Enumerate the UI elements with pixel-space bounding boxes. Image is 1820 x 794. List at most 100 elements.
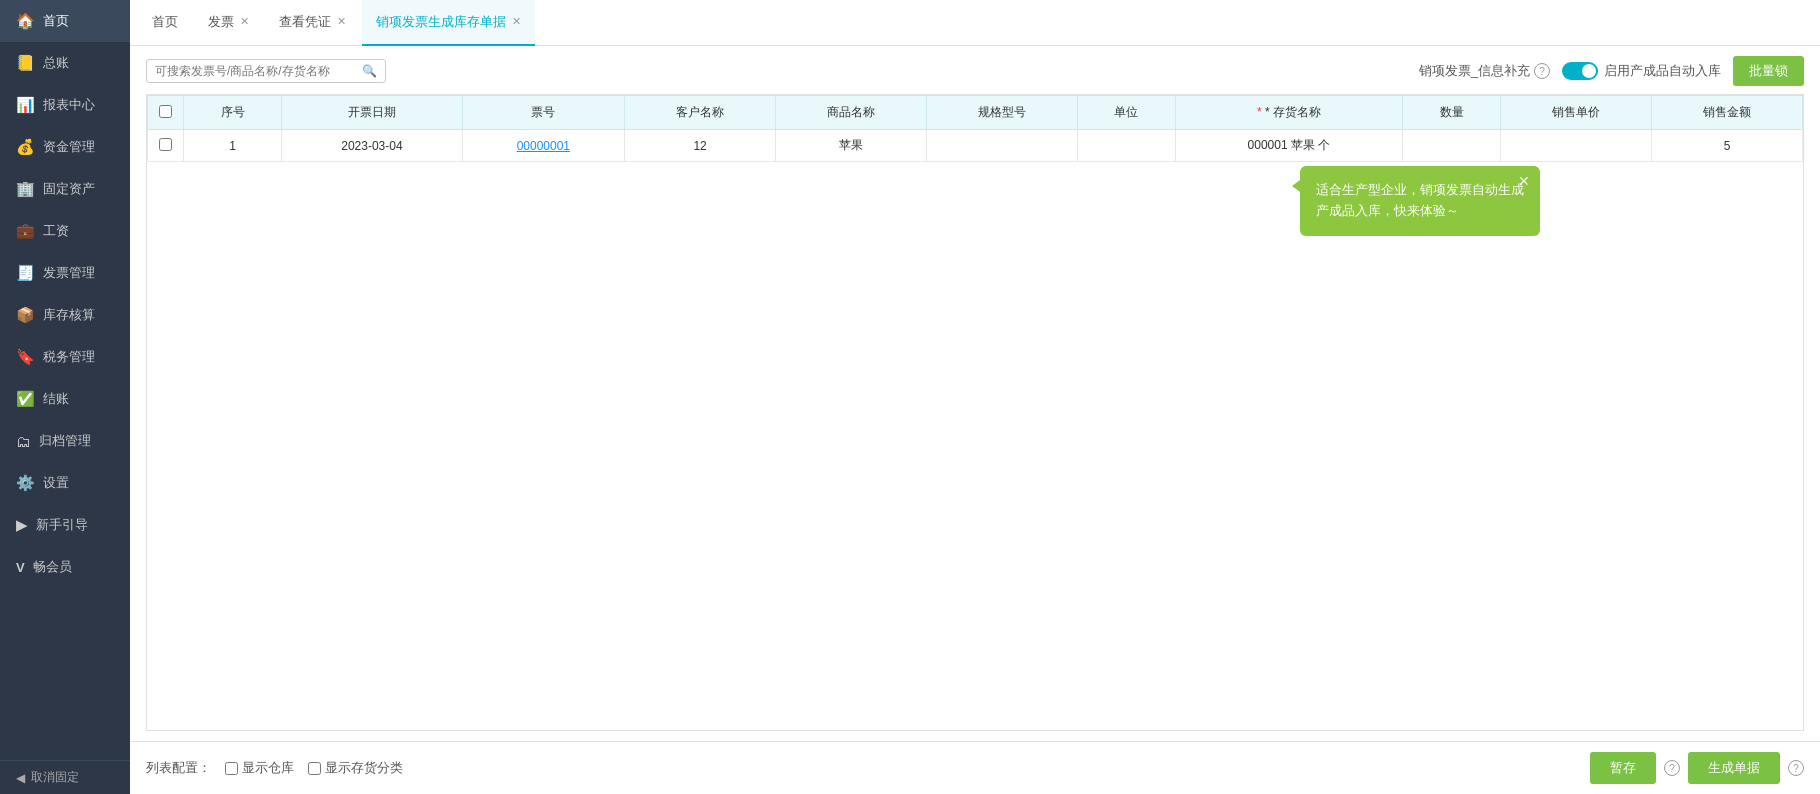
sidebar-label-ledger: 总账 <box>43 54 69 72</box>
header-price: 销售单价 <box>1501 96 1652 130</box>
sidebar-item-home[interactable]: 🏠 首页 <box>0 0 130 42</box>
sidebar-label-tax: 税务管理 <box>43 348 95 366</box>
search-box[interactable]: 🔍 <box>146 59 386 83</box>
header-qty: 数量 <box>1402 96 1500 130</box>
info-label: 销项发票_信息补充 ? <box>1419 62 1550 80</box>
tab-invoice-label: 发票 <box>208 13 234 31</box>
row-date: 2023-03-04 <box>282 130 462 162</box>
table-header-row: 序号 开票日期 票号 客户名称 商品名称 规格型号 单位 * * 存货名称 数量… <box>148 96 1803 130</box>
row-checkbox[interactable] <box>159 138 172 151</box>
show-inventory-category-checkbox[interactable] <box>308 762 321 775</box>
tab-sale-invoice[interactable]: 销项发票生成库存单据 ✕ <box>362 0 535 46</box>
row-amount: 5 <box>1652 130 1803 162</box>
sidebar-item-reports[interactable]: 📊 报表中心 <box>0 84 130 126</box>
tab-invoice-close[interactable]: ✕ <box>240 15 249 28</box>
row-seq: 1 <box>184 130 282 162</box>
required-mark: * <box>1257 105 1265 119</box>
show-warehouse-checkbox[interactable] <box>225 762 238 775</box>
search-icon: 🔍 <box>362 64 377 78</box>
row-price <box>1501 130 1652 162</box>
auto-warehouse-toggle[interactable] <box>1562 62 1598 80</box>
sidebar-label-guide: 新手引导 <box>36 516 88 534</box>
data-table-container: 序号 开票日期 票号 客户名称 商品名称 规格型号 单位 * * 存货名称 数量… <box>146 94 1804 731</box>
tab-voucher[interactable]: 查看凭证 ✕ <box>265 0 360 46</box>
sidebar-label-wages: 工资 <box>43 222 69 240</box>
sidebar-item-wages[interactable]: 💼 工资 <box>0 210 130 252</box>
generate-button[interactable]: 生成单据 <box>1688 752 1780 784</box>
sidebar-label-reports: 报表中心 <box>43 96 95 114</box>
tab-voucher-label: 查看凭证 <box>279 13 331 31</box>
unpin-label: 取消固定 <box>31 769 79 786</box>
ledger-icon: 📒 <box>16 54 35 72</box>
tax-icon: 🔖 <box>16 348 35 366</box>
row-customer: 12 <box>625 130 776 162</box>
unpin-icon: ◀ <box>16 771 25 785</box>
sidebar-label-invoice-mgmt: 发票管理 <box>43 264 95 282</box>
fixed-assets-icon: 🏢 <box>16 180 35 198</box>
sidebar-item-ledger[interactable]: 📒 总账 <box>0 42 130 84</box>
wages-icon: 💼 <box>16 222 35 240</box>
archive-icon: 🗂 <box>16 433 31 450</box>
invoice-mgmt-icon: 🧾 <box>16 264 35 282</box>
save-help-icon[interactable]: ? <box>1664 760 1680 776</box>
tab-sale-invoice-close[interactable]: ✕ <box>512 15 521 28</box>
show-warehouse-text: 显示仓库 <box>242 759 294 777</box>
row-number[interactable]: 00000001 <box>462 130 625 162</box>
tab-invoice[interactable]: 发票 ✕ <box>194 0 263 46</box>
popover: ✕ 适合生产型企业，销项发票自动生成产成品入库，快来体验～ <box>1300 166 1540 236</box>
list-config: 列表配置： 显示仓库 显示存货分类 <box>146 759 403 777</box>
row-unit <box>1077 130 1175 162</box>
header-amount: 销售金额 <box>1652 96 1803 130</box>
sidebar-item-tax[interactable]: 🔖 税务管理 <box>0 336 130 378</box>
show-warehouse-label[interactable]: 显示仓库 <box>225 759 294 777</box>
sidebar-item-guide[interactable]: ▶ 新手引导 <box>0 504 130 546</box>
page-content: 🔍 销项发票_信息补充 ? 启用产成品自动入库 批量锁 <box>130 46 1820 741</box>
info-label-text: 销项发票_信息补充 <box>1419 62 1530 80</box>
header-unit: 单位 <box>1077 96 1175 130</box>
sidebar-item-archive[interactable]: 🗂 归档管理 <box>0 420 130 462</box>
header-customer: 客户名称 <box>625 96 776 130</box>
list-config-label: 列表配置： <box>146 759 211 777</box>
main-area: 首页 发票 ✕ 查看凭证 ✕ 销项发票生成库存单据 ✕ 🔍 销项发票_信息补充 <box>130 0 1820 794</box>
header-checkbox-cell <box>148 96 184 130</box>
header-date: 开票日期 <box>282 96 462 130</box>
sidebar-label-vip: 畅会员 <box>33 558 72 576</box>
inventory-icon: 📦 <box>16 306 35 324</box>
show-inventory-category-label[interactable]: 显示存货分类 <box>308 759 403 777</box>
toolbar-right: 销项发票_信息补充 ? 启用产成品自动入库 批量锁 <box>1419 56 1804 86</box>
row-product: 苹果 <box>775 130 926 162</box>
sidebar-item-vip[interactable]: V 畅会员 <box>0 546 130 588</box>
popover-text: 适合生产型企业，销项发票自动生成产成品入库，快来体验～ <box>1316 182 1524 218</box>
save-button[interactable]: 暂存 <box>1590 752 1656 784</box>
info-help-icon[interactable]: ? <box>1534 63 1550 79</box>
sidebar-item-settlement[interactable]: ✅ 结账 <box>0 378 130 420</box>
bottom-bar: 列表配置： 显示仓库 显示存货分类 暂存 ? 生成单据 ? <box>130 741 1820 794</box>
sidebar-item-funds[interactable]: 💰 资金管理 <box>0 126 130 168</box>
header-seq: 序号 <box>184 96 282 130</box>
sidebar-item-inventory[interactable]: 📦 库存核算 <box>0 294 130 336</box>
tab-home[interactable]: 首页 <box>138 0 192 46</box>
vip-icon: V <box>16 560 25 575</box>
select-all-checkbox[interactable] <box>159 105 172 118</box>
tab-voucher-close[interactable]: ✕ <box>337 15 346 28</box>
sidebar-label-archive: 归档管理 <box>39 432 91 450</box>
batch-button[interactable]: 批量锁 <box>1733 56 1804 86</box>
search-input[interactable] <box>155 64 356 78</box>
guide-icon: ▶ <box>16 516 28 534</box>
table-row: 1 2023-03-04 00000001 12 苹果 000001 苹果 个 … <box>148 130 1803 162</box>
sidebar-item-fixed-assets[interactable]: 🏢 固定资产 <box>0 168 130 210</box>
unpin-button[interactable]: ◀ 取消固定 <box>0 760 130 794</box>
popover-close[interactable]: ✕ <box>1518 174 1530 188</box>
funds-icon: 💰 <box>16 138 35 156</box>
sidebar-item-settings[interactable]: ⚙️ 设置 <box>0 462 130 504</box>
generate-help-icon[interactable]: ? <box>1788 760 1804 776</box>
sidebar-label-settlement: 结账 <box>43 390 69 408</box>
header-inventory: * * 存货名称 <box>1176 96 1403 130</box>
sidebar-label-home: 首页 <box>43 12 69 30</box>
sidebar-item-invoice-mgmt[interactable]: 🧾 发票管理 <box>0 252 130 294</box>
settings-icon: ⚙️ <box>16 474 35 492</box>
row-qty <box>1402 130 1500 162</box>
tab-bar: 首页 发票 ✕ 查看凭证 ✕ 销项发票生成库存单据 ✕ <box>130 0 1820 46</box>
row-inventory: 000001 苹果 个 <box>1176 130 1403 162</box>
tab-sale-invoice-label: 销项发票生成库存单据 <box>376 13 506 31</box>
